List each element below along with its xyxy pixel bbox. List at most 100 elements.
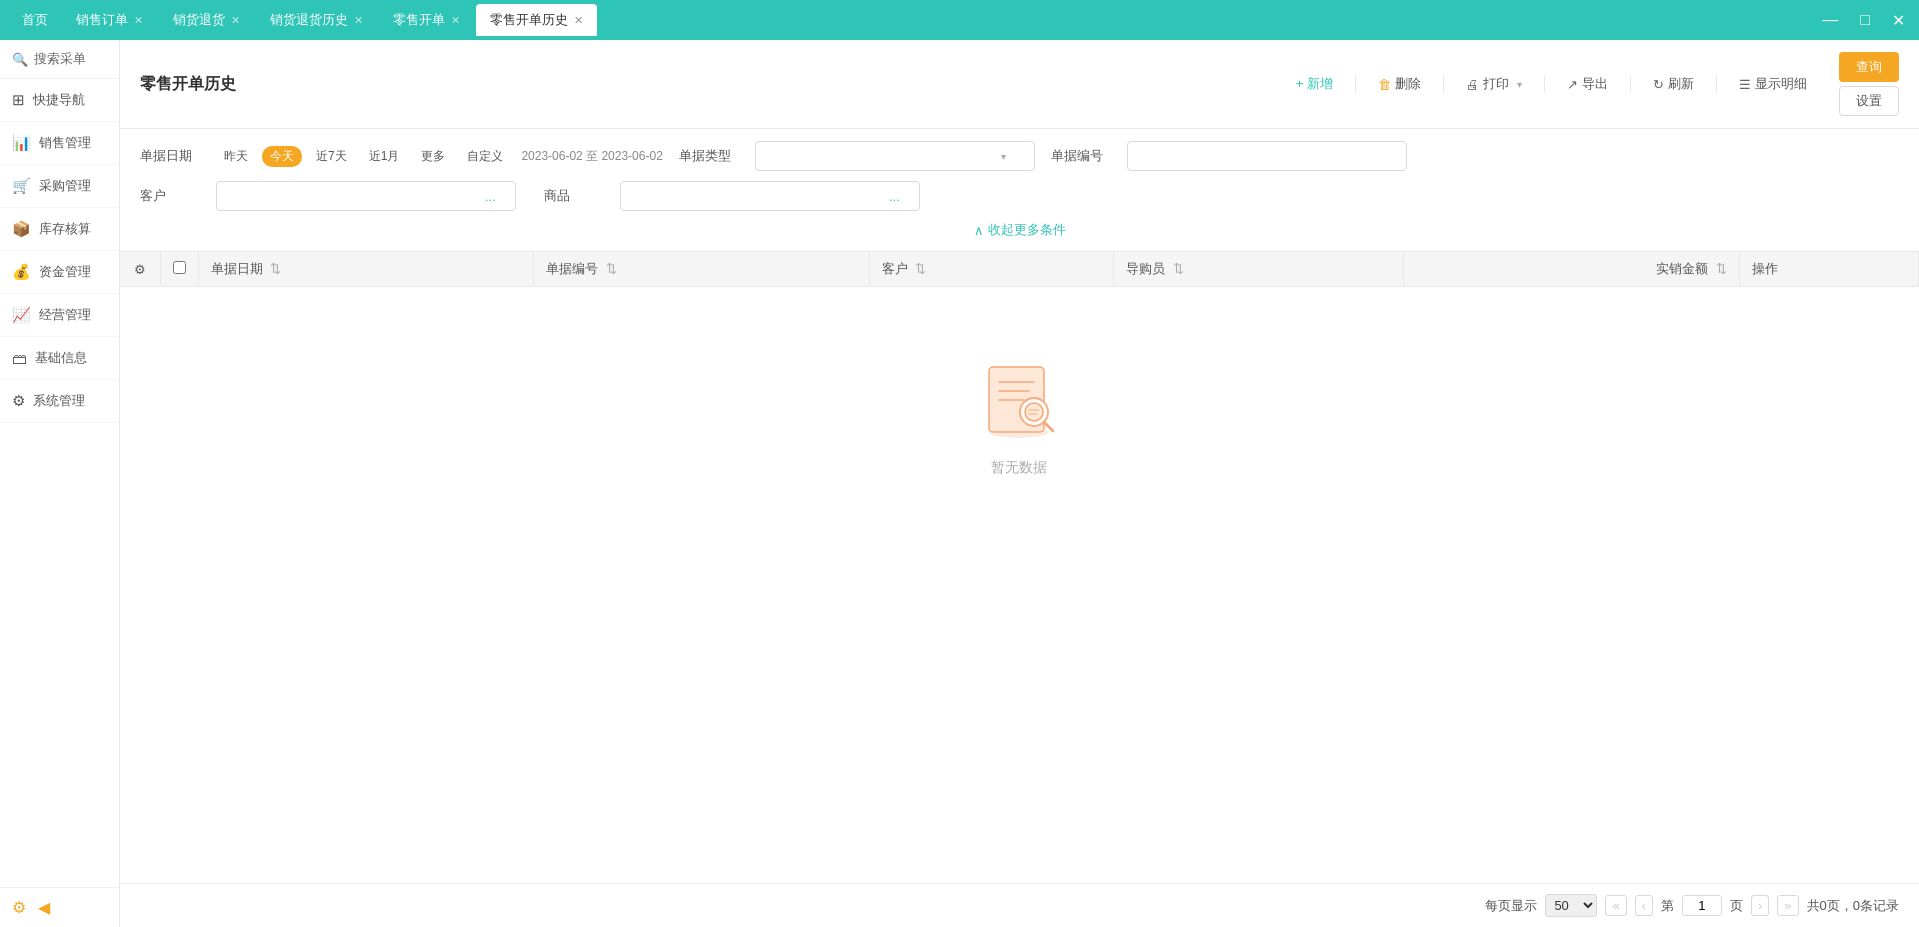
show-detail-button[interactable]: ☰ 显示明细 [1731,71,1815,97]
doc-no-input[interactable] [1127,141,1407,171]
select-all-checkbox[interactable] [173,261,186,274]
goods-ellipsis-button[interactable]: ... [889,189,900,204]
page-label: 页 [1730,897,1743,915]
sidebar-item-purchase-mgmt[interactable]: 🛒 采购管理 [0,165,119,208]
date-option-today[interactable]: 今天 [262,146,302,167]
sidebar-item-basic-info[interactable]: 🗃 基础信息 [0,337,119,380]
first-page-button[interactable]: « [1605,895,1626,916]
doc-type-select[interactable]: ▾ [755,141,1035,171]
sidebar-item-finance[interactable]: 💰 资金管理 [0,251,119,294]
refresh-button[interactable]: ↻ 刷新 [1645,71,1702,97]
collapse-sidebar-button[interactable]: ◀ [38,898,50,917]
sidebar-footer: ⚙ ◀ [0,887,119,927]
page-input[interactable] [1682,895,1722,916]
page-summary: 共0页，0条记录 [1807,897,1899,915]
toolbar-divider-3 [1544,76,1545,92]
sidebar-item-ops-mgmt[interactable]: 📈 经营管理 [0,294,119,337]
tab-home-label: 首页 [22,11,48,29]
filter-row-2: 客户 ... 商品 ... [140,181,1899,211]
customer-input[interactable] [225,182,485,210]
th-doc-no-sort-icon[interactable]: ⇅ [606,261,617,276]
tab-sales-return-history-label: 销货退货历史 [270,11,348,29]
customer-ellipsis-button[interactable]: ... [485,189,496,204]
export-icon: ↗ [1567,77,1578,92]
content-area: 零售开单历史 + 新增 🗑 删除 🖨 打印 ▾ ↗ [120,40,1919,927]
per-page-select[interactable]: 50 20 100 [1545,894,1597,917]
th-checkbox [160,252,198,287]
tab-sales-return[interactable]: 销货退货 ✕ [159,4,254,36]
collapse-label: 收起更多条件 [988,221,1066,239]
tab-sales-return-label: 销货退货 [173,11,225,29]
per-page-label: 每页显示 [1485,897,1537,915]
delete-button[interactable]: 🗑 删除 [1370,71,1429,97]
th-date-sort-icon[interactable]: ⇅ [270,261,281,276]
setting-button[interactable]: 设置 [1839,86,1899,116]
finance-icon: 💰 [12,263,31,281]
doc-type-dropdown-arrow: ▾ [1001,151,1006,162]
maximize-button[interactable]: □ [1854,9,1876,31]
date-option-custom[interactable]: 自定义 [459,146,511,167]
last-page-button[interactable]: » [1777,895,1798,916]
filter-date-options: 昨天 今天 近7天 近1月 更多 自定义 2023-06-02 至 2023-0… [216,146,663,167]
sidebar-item-sales-mgmt[interactable]: 📊 销售管理 [0,122,119,165]
tab-retail-open-history-close[interactable]: ✕ [574,14,583,27]
th-amount-label: 实销金额 [1656,261,1708,276]
tab-retail-open-close[interactable]: ✕ [451,14,460,27]
tab-retail-open-history[interactable]: 零售开单历史 ✕ [476,4,597,36]
sidebar-item-sys-mgmt[interactable]: ⚙ 系统管理 [0,380,119,423]
sidebar-item-inventory-label: 库存核算 [39,220,91,238]
show-detail-icon: ☰ [1739,77,1751,92]
doc-no-label: 单据编号 [1051,147,1111,165]
th-customer-sort-icon[interactable]: ⇅ [915,261,926,276]
export-button-label: 导出 [1582,75,1608,93]
query-button[interactable]: 查询 [1839,52,1899,82]
settings-footer-button[interactable]: ⚙ [12,898,26,917]
sidebar-search[interactable]: 🔍 搜索采单 [0,40,119,79]
th-customer-label: 客户 [882,261,908,276]
doc-type-label: 单据类型 [679,147,739,165]
empty-state-illustration [969,347,1069,447]
print-dropdown-arrow: ▾ [1517,79,1522,90]
filter-row-1: 单据日期 昨天 今天 近7天 近1月 更多 自定义 2023-06-02 至 2… [140,141,1899,171]
tab-sales-order[interactable]: 销售订单 ✕ [62,4,157,36]
ops-mgmt-icon: 📈 [12,306,31,324]
page-header: 零售开单历史 + 新增 🗑 删除 🖨 打印 ▾ ↗ [120,40,1919,129]
prev-page-button[interactable]: ‹ [1635,895,1653,916]
empty-text: 暂无数据 [991,459,1047,477]
date-option-more[interactable]: 更多 [413,146,453,167]
date-option-yesterday[interactable]: 昨天 [216,146,256,167]
sidebar-item-quick-nav[interactable]: ⊞ 快捷导航 [0,79,119,122]
data-table: ⚙ 单据日期 ⇅ 单据编号 ⇅ [120,252,1919,537]
tab-sales-return-history-close[interactable]: ✕ [354,14,363,27]
goods-input[interactable] [629,182,889,210]
refresh-icon: ↻ [1653,77,1664,92]
date-filter-label: 单据日期 [140,147,200,165]
sales-mgmt-icon: 📊 [12,134,31,152]
customer-field-wrapper: ... [216,181,516,211]
sidebar-item-inventory[interactable]: 📦 库存核算 [0,208,119,251]
column-settings-icon[interactable]: ⚙ [134,262,146,277]
show-detail-button-label: 显示明细 [1755,75,1807,93]
close-button[interactable]: ✕ [1886,9,1911,32]
filter-collapse-button[interactable]: ∧ 收起更多条件 [140,221,1899,239]
toolbar-divider-5 [1716,76,1717,92]
th-customer: 客户 ⇅ [869,252,1113,287]
th-date: 单据日期 ⇅ [198,252,534,287]
date-option-7days[interactable]: 近7天 [308,146,355,167]
tab-sales-return-history[interactable]: 销货退货历史 ✕ [256,4,377,36]
minimize-button[interactable]: — [1816,9,1844,31]
tab-sales-return-close[interactable]: ✕ [231,14,240,27]
print-button[interactable]: 🖨 打印 ▾ [1458,71,1530,97]
export-button[interactable]: ↗ 导出 [1559,71,1616,97]
tab-retail-open[interactable]: 零售开单 ✕ [379,4,474,36]
tab-sales-order-close[interactable]: ✕ [134,14,143,27]
empty-state: 暂无数据 [120,287,1919,537]
refresh-button-label: 刷新 [1668,75,1694,93]
th-amount-sort-icon[interactable]: ⇅ [1716,261,1727,276]
tab-home[interactable]: 首页 [8,4,62,36]
next-page-button[interactable]: › [1751,895,1769,916]
new-button[interactable]: + 新增 [1288,71,1341,97]
date-option-1month[interactable]: 近1月 [361,146,408,167]
th-guide-sort-icon[interactable]: ⇅ [1173,261,1184,276]
purchase-mgmt-icon: 🛒 [12,177,31,195]
